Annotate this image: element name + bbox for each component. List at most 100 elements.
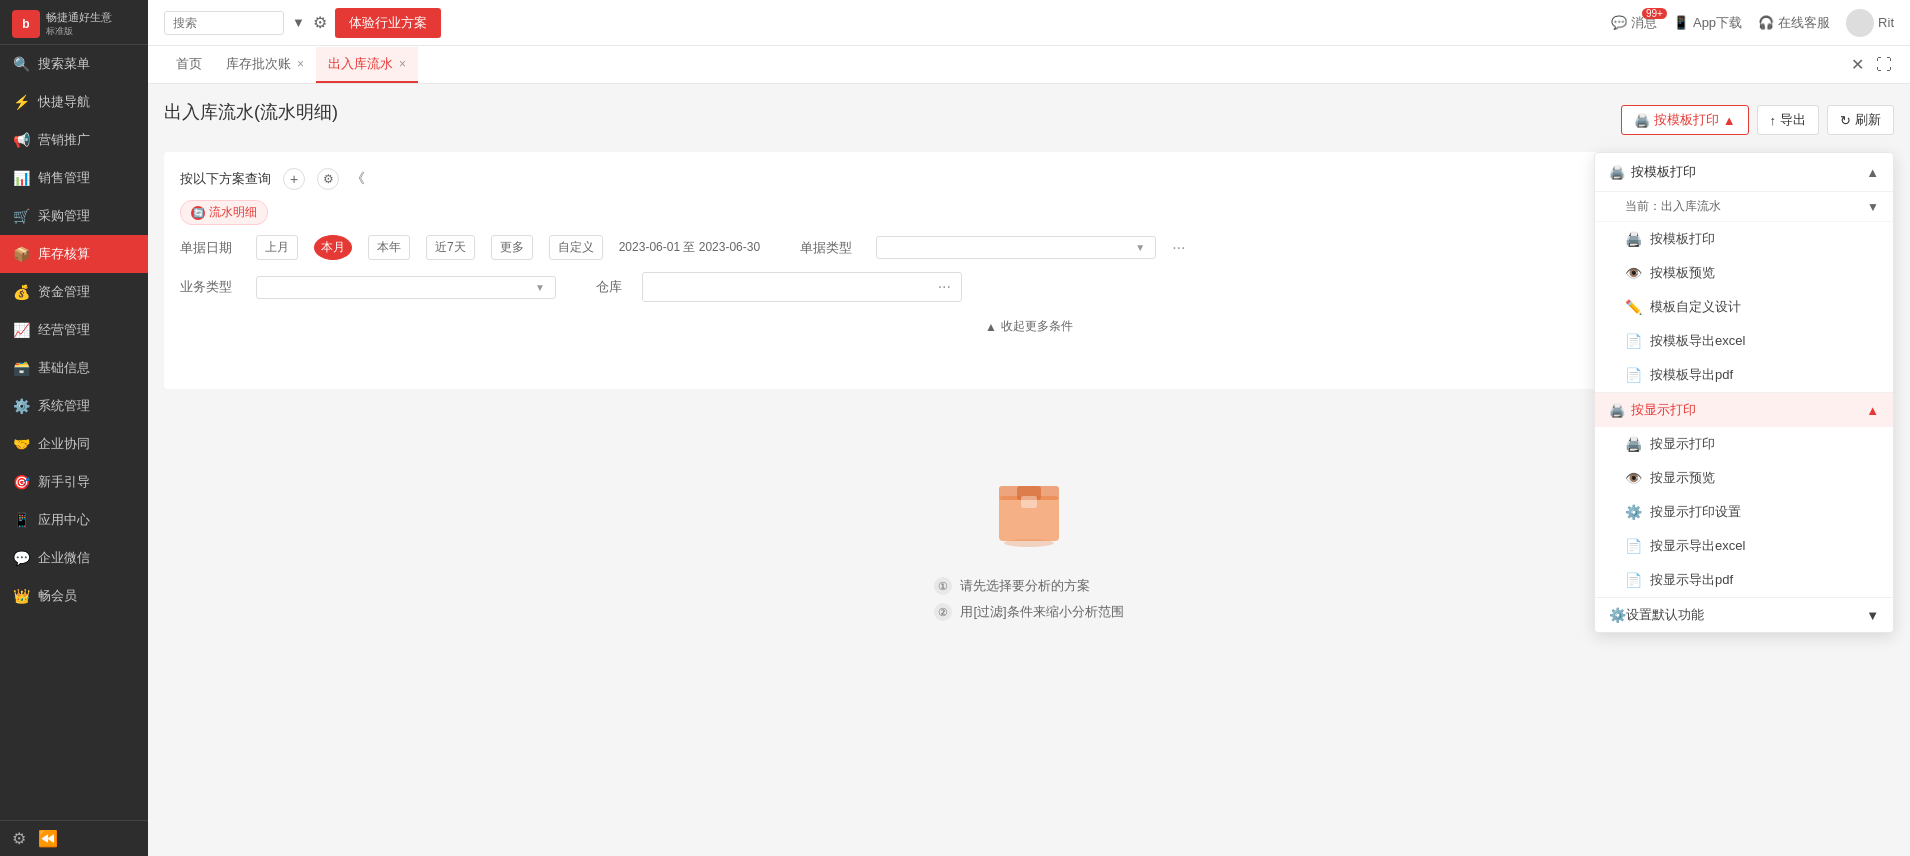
trial-button[interactable]: 体验行业方案 — [335, 8, 441, 38]
sidebar-item-label: 采购管理 — [38, 207, 90, 225]
print-footer-label: 设置默认功能 — [1626, 606, 1704, 624]
print-template-button[interactable]: 🖨️ 按模板打印 ▲ — [1621, 105, 1749, 135]
export-icon: ↑ — [1770, 113, 1777, 128]
display-pdf-item[interactable]: 📄 按显示导出pdf — [1595, 563, 1893, 597]
print-template-label: 按模板打印 — [1654, 111, 1719, 129]
collapse-conditions-button[interactable]: ▲ 收起更多条件 — [985, 318, 1073, 335]
filter-collapse-button[interactable]: 《 — [351, 170, 365, 188]
sidebar-item-wecom[interactable]: 💬 企业微信 — [0, 539, 148, 577]
display-pdf-label: 按显示导出pdf — [1650, 571, 1733, 589]
biztype-select[interactable]: ▼ — [256, 276, 556, 299]
type-more-btn[interactable]: ··· — [1172, 239, 1185, 257]
sidebar-item-member[interactable]: 👑 畅会员 — [0, 577, 148, 615]
filter-tag-icon: 🔄 — [191, 206, 205, 220]
biztype-dropdown-icon: ▼ — [535, 282, 545, 293]
print-dropdown-close-icon[interactable]: ▲ — [1866, 165, 1879, 180]
megaphone-icon: 📢 — [12, 132, 30, 148]
tab-home[interactable]: 首页 — [164, 47, 214, 83]
user-avatar — [1846, 9, 1874, 37]
message-button[interactable]: 💬 消息 99+ — [1611, 14, 1657, 32]
tab-batch-close[interactable]: × — [297, 57, 304, 71]
topbar-gear-icon[interactable]: ⚙ — [313, 13, 327, 32]
step-2-label: 用[过滤]条件来缩小分析范围 — [960, 603, 1123, 621]
user-name: Rit — [1878, 15, 1894, 30]
sidebar-item-enterprise[interactable]: 🤝 企业协同 — [0, 425, 148, 463]
sidebar-item-system[interactable]: ⚙️ 系统管理 — [0, 387, 148, 425]
topbar-dropdown-icon[interactable]: ▼ — [292, 15, 305, 30]
display-preview-item[interactable]: 👁️ 按显示预览 — [1595, 461, 1893, 495]
message-badge: 99+ — [1642, 8, 1667, 19]
template-pdf-label: 按模板导出pdf — [1650, 366, 1733, 384]
filter-add-button[interactable]: + — [283, 168, 305, 190]
gear-icon: ⚙️ — [12, 398, 30, 414]
print-current-row[interactable]: 当前：出入库流水 ▼ — [1595, 192, 1893, 222]
date-this-year-btn[interactable]: 本年 — [368, 235, 410, 260]
type-select[interactable]: ▼ — [876, 236, 1156, 259]
sidebar-item-label: 应用中心 — [38, 511, 90, 529]
settings-footer-icon[interactable]: ⚙ — [12, 829, 26, 848]
date-more-btn[interactable]: 更多 — [491, 235, 533, 260]
display-excel-item[interactable]: 📄 按显示导出excel — [1595, 529, 1893, 563]
sidebar-item-appstore[interactable]: 📱 应用中心 — [0, 501, 148, 539]
template-pdf-item[interactable]: 📄 按模板导出pdf — [1595, 358, 1893, 392]
lightning-icon: ⚡ — [12, 94, 30, 110]
sidebar-item-sales[interactable]: 📊 销售管理 — [0, 159, 148, 197]
sidebar-item-label: 快捷导航 — [38, 93, 90, 111]
headset-icon: 🎧 — [1758, 15, 1774, 30]
display-settings-label: 按显示打印设置 — [1650, 503, 1741, 521]
template-design-item[interactable]: ✏️ 模板自定义设计 — [1595, 290, 1893, 324]
date-7days-btn[interactable]: 近7天 — [426, 235, 475, 260]
refresh-button[interactable]: ↻ 刷新 — [1827, 105, 1894, 135]
tab-close-all-button[interactable]: ✕ — [1849, 53, 1866, 76]
empty-step-1: ① 请先选择要分析的方案 — [934, 577, 1123, 595]
warehouse-select[interactable]: ··· — [642, 272, 962, 302]
tab-expand-button[interactable]: ⛶ — [1874, 54, 1894, 76]
display-print-label: 按显示打印 — [1650, 435, 1715, 453]
display-excel-icon: 📄 — [1625, 538, 1642, 554]
date-custom-btn[interactable]: 自定义 — [549, 235, 603, 260]
date-last-month-btn[interactable]: 上月 — [256, 235, 298, 260]
sidebar-item-label: 库存核算 — [38, 245, 90, 263]
database-icon: 🗃️ — [12, 360, 30, 376]
filter-tag[interactable]: 🔄 流水明细 — [180, 200, 268, 225]
sidebar-item-label: 基础信息 — [38, 359, 90, 377]
step-1-label: 请先选择要分析的方案 — [960, 577, 1090, 595]
date-this-month-btn[interactable]: 本月 — [314, 235, 352, 260]
sidebar-item-inventory[interactable]: 📦 库存核算 — [0, 235, 148, 273]
customer-service-button[interactable]: 🎧 在线客服 — [1758, 14, 1830, 32]
template-section: 🖨️ 按模板打印 👁️ 按模板预览 ✏️ 模板自定义设计 📄 — [1595, 222, 1893, 393]
page-title: 出入库流水(流水明细) — [164, 100, 338, 124]
sidebar-item-finance[interactable]: 💰 资金管理 — [0, 273, 148, 311]
logo-text: 畅捷通好生意 — [46, 10, 112, 24]
target-icon: 🎯 — [12, 474, 30, 490]
sidebar-item-search[interactable]: 🔍 搜索菜单 — [0, 45, 148, 83]
filter-search-label: 按以下方案查询 — [180, 170, 271, 188]
template-print-item[interactable]: 🖨️ 按模板打印 — [1595, 222, 1893, 256]
chart-icon: 📊 — [12, 170, 30, 186]
sidebar-item-operations[interactable]: 📈 经营管理 — [0, 311, 148, 349]
print-footer[interactable]: ⚙️ 设置默认功能 ▼ — [1595, 598, 1893, 632]
topbar-search-input[interactable] — [164, 11, 284, 35]
tab-batch[interactable]: 库存批次账 × — [214, 47, 316, 83]
sidebar-item-quicknav[interactable]: ⚡ 快捷导航 — [0, 83, 148, 121]
app-download-button[interactable]: 📱 App下载 — [1673, 14, 1742, 32]
user-avatar-area[interactable]: Rit — [1846, 9, 1894, 37]
tab-flow-close[interactable]: × — [399, 57, 406, 71]
sidebar-item-base[interactable]: 🗃️ 基础信息 — [0, 349, 148, 387]
sidebar-item-purchase[interactable]: 🛒 采购管理 — [0, 197, 148, 235]
sidebar-item-marketing[interactable]: 📢 营销推广 — [0, 121, 148, 159]
date-label: 单据日期 — [180, 239, 240, 257]
collapse-sidebar-icon[interactable]: ⏪ — [38, 829, 58, 848]
sidebar-item-guide[interactable]: 🎯 新手引导 — [0, 463, 148, 501]
template-preview-item[interactable]: 👁️ 按模板预览 — [1595, 256, 1893, 290]
display-section-header[interactable]: 🖨️ 按显示打印 ▲ — [1595, 393, 1893, 427]
export-button[interactable]: ↑ 导出 — [1757, 105, 1820, 135]
sidebar-item-label: 经营管理 — [38, 321, 90, 339]
printer-icon: 🖨️ — [1634, 113, 1650, 128]
filter-settings-button[interactable]: ⚙ — [317, 168, 339, 190]
template-excel-item[interactable]: 📄 按模板导出excel — [1595, 324, 1893, 358]
display-settings-item[interactable]: ⚙️ 按显示打印设置 — [1595, 495, 1893, 529]
tab-flow[interactable]: 出入库流水 × — [316, 47, 418, 83]
type-label: 单据类型 — [800, 239, 860, 257]
display-print-item[interactable]: 🖨️ 按显示打印 — [1595, 427, 1893, 461]
